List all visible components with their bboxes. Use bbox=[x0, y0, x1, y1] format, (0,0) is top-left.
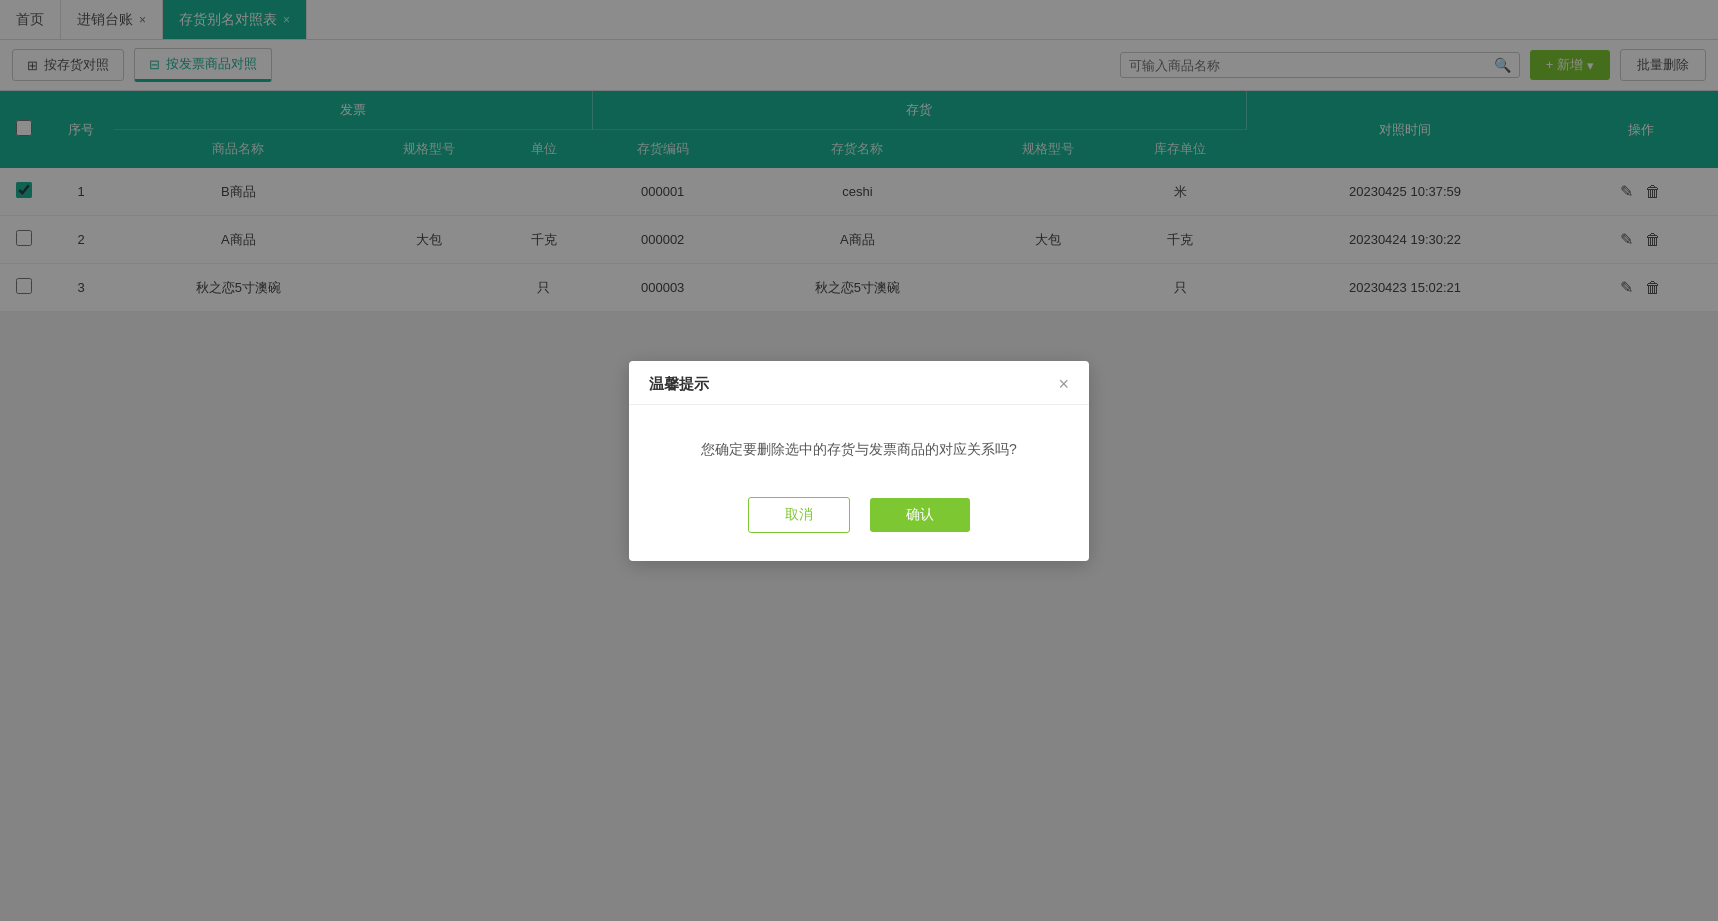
dialog-overlay: 温馨提示 × 您确定要删除选中的存货与发票商品的对应关系吗? 取消 确认 bbox=[0, 0, 1718, 312]
